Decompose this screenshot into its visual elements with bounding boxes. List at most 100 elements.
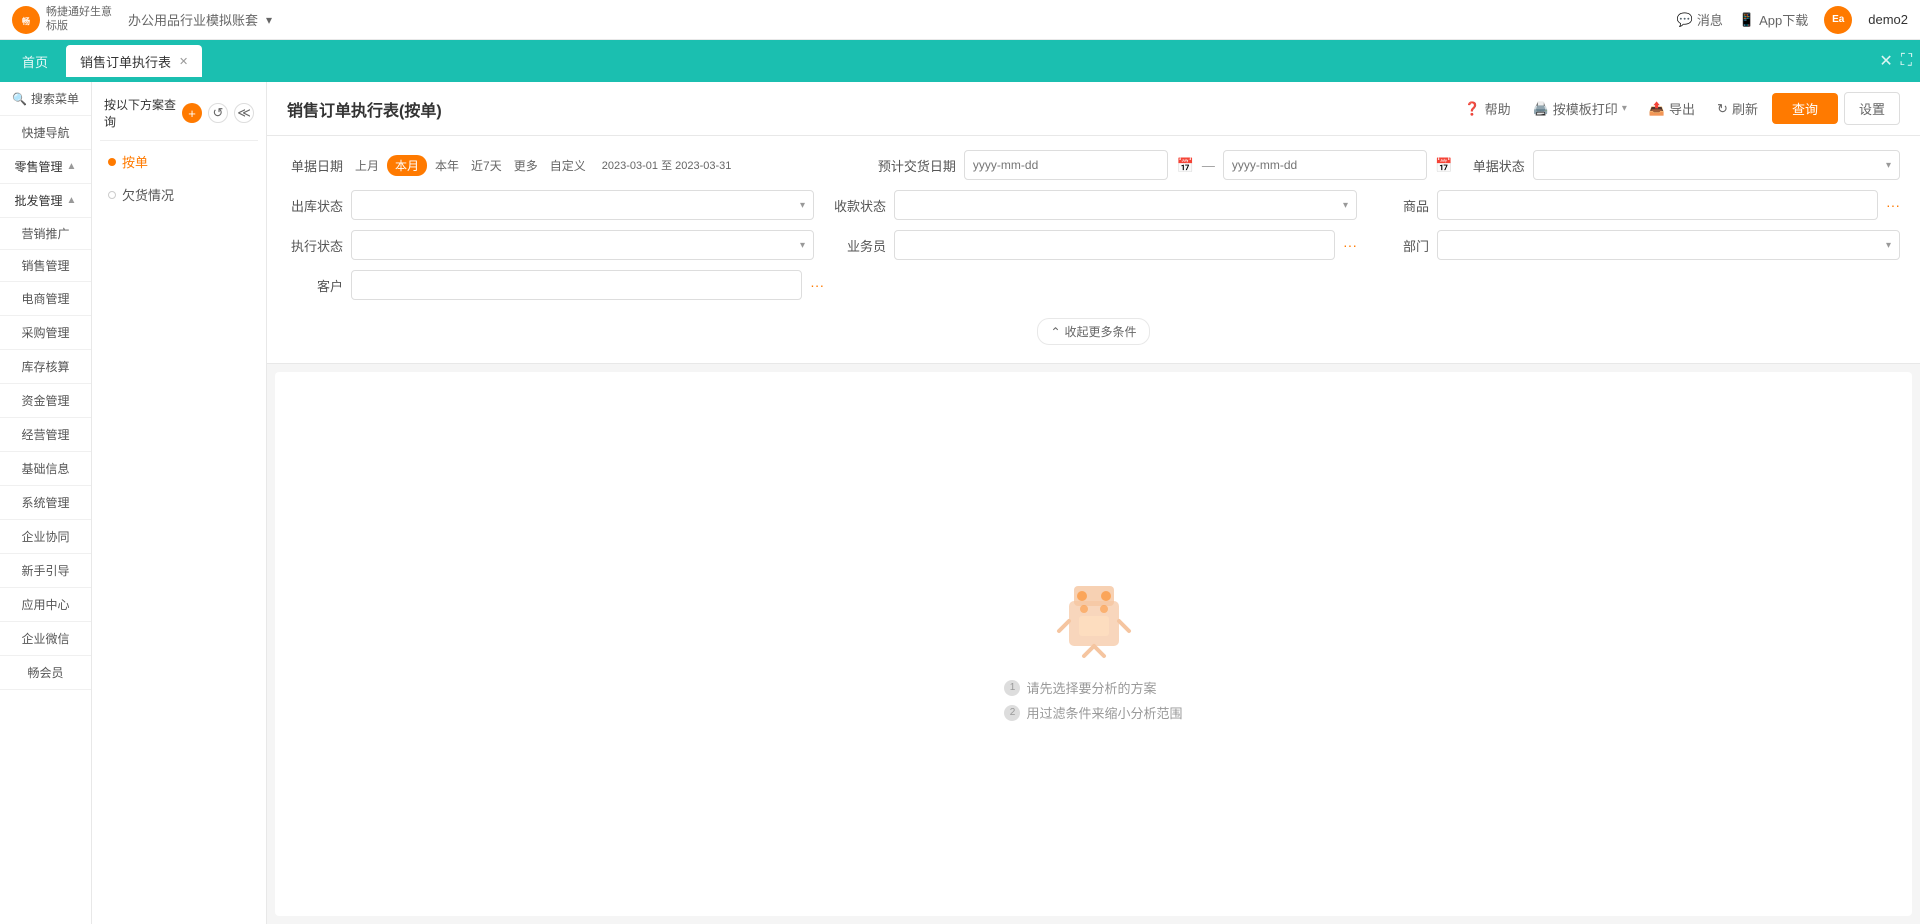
payment-status-select[interactable]: ▾ [894, 190, 1357, 220]
wholesale-label: 批发管理 [15, 192, 63, 209]
date-tab-this-month[interactable]: 本月 [387, 155, 427, 176]
sidebar-item-operation[interactable]: 经营管理 [0, 418, 91, 452]
top-header-right: 💬 消息 📱 App下载 Ea demo2 [1677, 6, 1908, 34]
sidebar-item-finance[interactable]: 资金管理 [0, 384, 91, 418]
logo-text: 畅捷通好生意 标版 [46, 6, 112, 32]
exec-status-select[interactable]: ▾ [351, 230, 814, 260]
calendar-start-icon[interactable]: 📅 [1176, 157, 1193, 174]
sidebar-item-marketing[interactable]: 营销推广 [0, 218, 91, 250]
salesperson-more-icon[interactable]: ··· [1343, 237, 1357, 253]
sidebar-item-quick-nav[interactable]: 快捷导航 [0, 116, 91, 150]
sidebar-item-inventory[interactable]: 库存核算 [0, 350, 91, 384]
sidebar-search[interactable]: 🔍 搜索菜单 [0, 82, 91, 116]
collapse-filter-button[interactable]: ⌃ 收起更多条件 [1037, 318, 1149, 345]
sidebar-item-wechat[interactable]: 企业微信 [0, 622, 91, 656]
collapse-panel-button[interactable]: ≪ [234, 103, 254, 123]
breadcrumb: 办公用品行业模拟账套 [128, 10, 258, 29]
tab-home[interactable]: 首页 [8, 45, 62, 77]
tab-close-window-icon[interactable]: ✕ [1879, 51, 1892, 71]
avatar[interactable]: Ea [1824, 6, 1852, 34]
message-icon: 💬 [1677, 12, 1693, 28]
template-print-button[interactable]: 🖨️ 按模板打印 ▾ [1525, 95, 1635, 122]
customer-more-icon[interactable]: ··· [810, 277, 824, 293]
message-action[interactable]: 💬 消息 [1677, 10, 1723, 29]
order-status-select[interactable]: ▾ [1533, 150, 1900, 180]
tab-sales-order[interactable]: 销售订单执行表 ✕ [66, 45, 202, 77]
date-tab-last-month[interactable]: 上月 [351, 155, 383, 176]
logo-area: 畅 畅捷通好生意 标版 [12, 6, 112, 34]
left-panel-label: 按以下方案查询 [104, 96, 182, 130]
order-status-dropdown-icon: ▾ [1886, 160, 1891, 171]
product-more-icon[interactable]: ··· [1886, 197, 1900, 213]
content-area: 按以下方案查询 + ↺ ≪ 按单 欠货情况 销售订单执行表(按单) [92, 82, 1920, 924]
product-input[interactable] [1437, 190, 1878, 220]
query-button[interactable]: 查询 [1772, 93, 1838, 124]
payment-dropdown-icon: ▾ [1343, 200, 1348, 211]
scheme-item-by-debt[interactable]: 欠货情况 [92, 178, 266, 211]
sidebar-item-system[interactable]: 系统管理 [0, 486, 91, 520]
settings-button[interactable]: 设置 [1844, 92, 1900, 125]
sidebar-item-member[interactable]: 畅会员 [0, 656, 91, 690]
sidebar-item-ecommerce[interactable]: 电商管理 [0, 282, 91, 316]
delivery-dropdown-icon: ▾ [800, 200, 805, 211]
retail-label: 零售管理 [15, 158, 63, 175]
filter-salesperson-group: 业务员 ··· [830, 230, 1357, 260]
delivery-status-select[interactable]: ▾ [351, 190, 814, 220]
export-button[interactable]: 📤 导出 [1641, 95, 1703, 122]
download-action[interactable]: 📱 App下载 [1739, 10, 1808, 29]
salesperson-input[interactable] [894, 230, 1335, 260]
tip-text-2: 用过滤条件来缩小分析范围 [1026, 703, 1182, 722]
tab-expand-icon[interactable]: ⛶ [1901, 52, 1912, 70]
filter-row-4: 客户 ··· [287, 270, 1900, 300]
date-tab-more[interactable]: 更多 [510, 155, 542, 176]
filter-delivery-status-group: 出库状态 ▾ [287, 190, 814, 220]
tab-bar: 首页 销售订单执行表 ✕ ✕ ⛶ [0, 40, 1920, 82]
wholesale-arrow: ▲ [67, 195, 77, 206]
breadcrumb-dropdown[interactable]: ▾ [266, 13, 272, 27]
dept-label: 部门 [1373, 236, 1429, 255]
username: demo2 [1868, 12, 1908, 27]
calendar-end-icon[interactable]: 📅 [1435, 157, 1452, 174]
expected-date-start-input[interactable] [964, 150, 1169, 180]
dept-select[interactable]: ▾ [1437, 230, 1900, 260]
sidebar-item-enterprise[interactable]: 企业协同 [0, 520, 91, 554]
sidebar-item-basic[interactable]: 基础信息 [0, 452, 91, 486]
sidebar-item-retail[interactable]: 零售管理 ▲ [0, 150, 91, 184]
filter-row-3: 执行状态 ▾ 业务员 ··· 部门 [287, 230, 1900, 260]
print-dropdown-icon: ▾ [1622, 103, 1627, 114]
help-button[interactable]: ❓ 帮助 [1456, 95, 1518, 122]
scheme-item-by-order[interactable]: 按单 [92, 145, 266, 178]
date-tab-custom[interactable]: 自定义 [546, 155, 590, 176]
sidebar-item-apps[interactable]: 应用中心 [0, 588, 91, 622]
expected-date-end-input[interactable] [1223, 150, 1428, 180]
page-header: 销售订单执行表(按单) ❓ 帮助 🖨️ 按模板打印 ▾ 📤 导出 [267, 82, 1920, 136]
refresh-button[interactable]: ↻ 刷新 [1709, 95, 1766, 122]
customer-input[interactable] [351, 270, 802, 300]
left-panel-header: 按以下方案查询 + ↺ ≪ [92, 90, 266, 136]
left-panel: 按以下方案查询 + ↺ ≪ 按单 欠货情况 [92, 82, 267, 924]
sidebar-item-guide[interactable]: 新手引导 [0, 554, 91, 588]
customer-label: 客户 [287, 276, 343, 295]
scheme-active-dot [108, 158, 116, 166]
empty-tip-1: 1 请先选择要分析的方案 [1004, 678, 1156, 697]
sidebar-item-sales[interactable]: 销售管理 [0, 250, 91, 282]
sidebar-item-wholesale[interactable]: 批发管理 ▲ [0, 184, 91, 218]
refresh-scheme-button[interactable]: ↺ [208, 103, 228, 123]
tab-bar-right: ✕ ⛶ [1879, 51, 1912, 71]
tab-close-icon[interactable]: ✕ [179, 55, 188, 68]
export-icon: 📤 [1649, 101, 1665, 117]
date-tab-this-year[interactable]: 本年 [431, 155, 463, 176]
left-panel-icons: + ↺ ≪ [182, 103, 254, 123]
tip-text-1: 请先选择要分析的方案 [1026, 678, 1156, 697]
date-tabs: 上月 本月 本年 近7天 更多 自定义 [351, 155, 590, 176]
svg-text:畅: 畅 [22, 16, 30, 26]
download-icon: 📱 [1739, 12, 1755, 28]
date-label: 单据日期 [287, 156, 343, 175]
date-tab-7days[interactable]: 近7天 [467, 155, 506, 176]
filter-area: 单据日期 上月 本月 本年 近7天 更多 自定义 2023-03-01 至 20… [267, 136, 1920, 364]
add-scheme-button[interactable]: + [182, 103, 202, 123]
search-icon: 🔍 [12, 92, 27, 106]
empty-tip-2: 2 用过滤条件来缩小分析范围 [1004, 703, 1182, 722]
filter-row-1: 单据日期 上月 本月 本年 近7天 更多 自定义 2023-03-01 至 20… [287, 150, 1900, 180]
sidebar-item-purchase[interactable]: 采购管理 [0, 316, 91, 350]
